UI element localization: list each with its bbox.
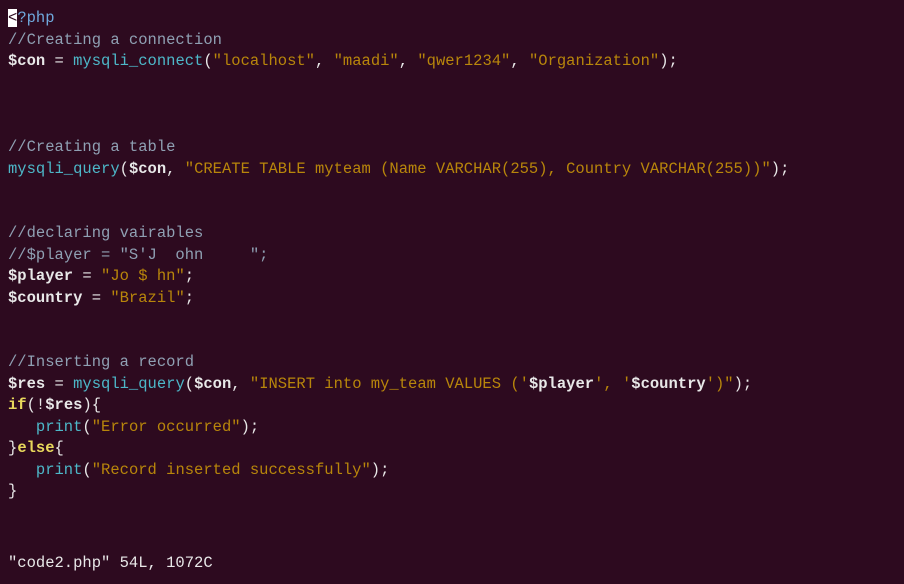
cursor: < — [8, 9, 17, 27]
keyword: else — [17, 439, 54, 457]
editor-content[interactable]: <?php //Creating a connection $con = mys… — [8, 8, 896, 503]
comment: //$player = "S'J ohn "; — [8, 246, 268, 264]
variable: $res — [8, 375, 45, 393]
variable: $con — [8, 52, 45, 70]
comment: //Creating a table — [8, 138, 175, 156]
comment: //Creating a connection — [8, 31, 222, 49]
php-tag: ?php — [17, 9, 54, 27]
function: mysqli_query — [8, 160, 120, 178]
function: mysqli_connect — [73, 52, 203, 70]
function: print — [36, 461, 83, 479]
comment: //Inserting a record — [8, 353, 194, 371]
function: mysqli_query — [73, 375, 185, 393]
comment: //declaring vairables — [8, 224, 203, 242]
variable: $player — [8, 267, 73, 285]
function: print — [36, 418, 83, 436]
variable: $country — [8, 289, 82, 307]
status-line: "code2.php" 54L, 1072C — [8, 553, 213, 575]
keyword: if — [8, 396, 27, 414]
